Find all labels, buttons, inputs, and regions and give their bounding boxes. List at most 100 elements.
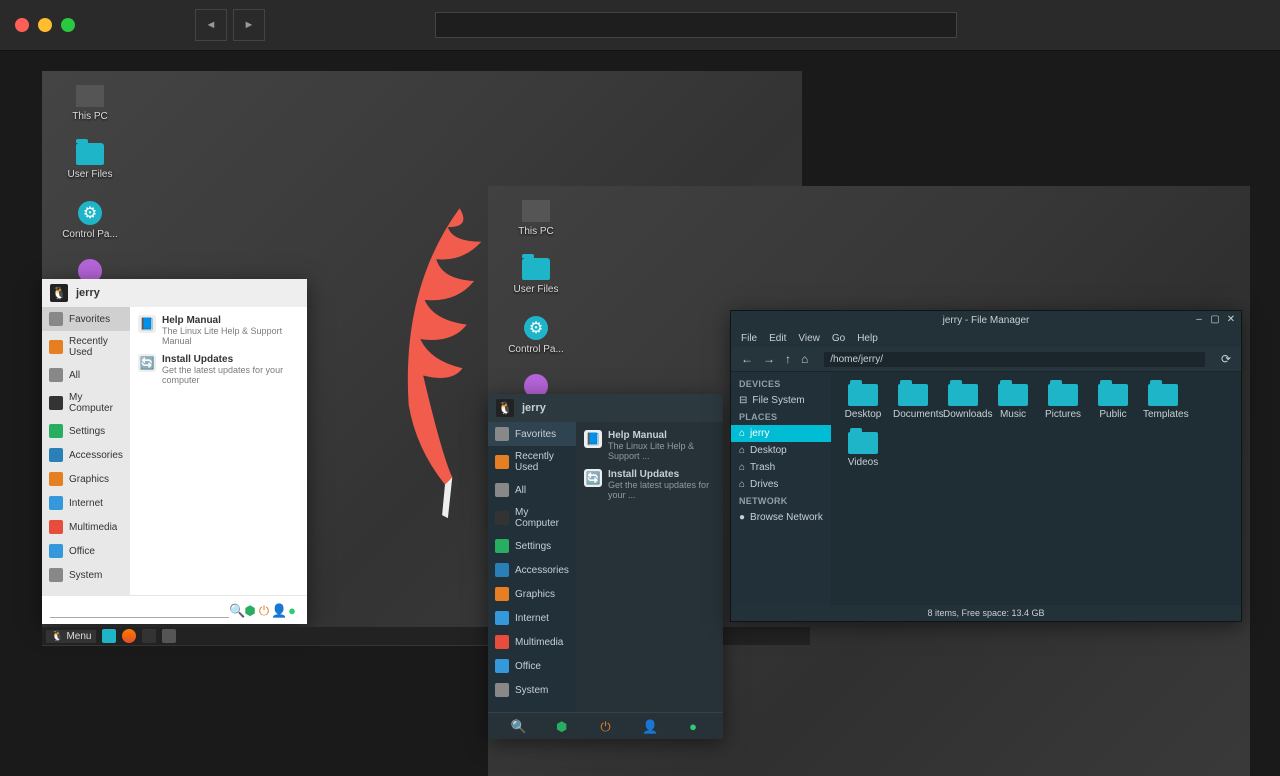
taskbar-files-icon[interactable]: [102, 629, 116, 643]
start-category-settings[interactable]: Settings: [488, 534, 576, 558]
fm-folder-public[interactable]: Public: [1093, 384, 1133, 420]
start-app-install-updates[interactable]: 🔄Install UpdatesGet the latest updates f…: [576, 465, 723, 504]
fm-folder-downloads[interactable]: Downloads: [943, 384, 983, 420]
start-category-system[interactable]: System: [42, 563, 130, 587]
start-category-internet[interactable]: Internet: [488, 606, 576, 630]
start-app-help-manual[interactable]: 📘Help ManualThe Linux Lite Help & Suppor…: [130, 311, 307, 350]
lock-icon[interactable]: ⬢: [243, 603, 257, 617]
fm-path-field[interactable]: /home/jerry/: [824, 352, 1205, 367]
nav-back-icon[interactable]: ←: [741, 352, 753, 366]
close-window-dot[interactable]: [15, 18, 29, 32]
taskbar-firefox-icon[interactable]: [122, 629, 136, 643]
start-category-recently-used[interactable]: Recently Used: [488, 446, 576, 478]
user-icon[interactable]: 👤: [642, 719, 656, 733]
desktop-icon-label: This PC: [506, 226, 566, 237]
fm-sidebar-jerry[interactable]: ⌂jerry: [731, 425, 831, 442]
fm-menu-edit[interactable]: Edit: [769, 333, 786, 344]
info-icon[interactable]: ●: [686, 719, 700, 733]
minimize-icon[interactable]: –: [1193, 313, 1205, 325]
folder-label: Downloads: [943, 409, 983, 420]
maximize-icon[interactable]: ▢: [1209, 313, 1221, 325]
start-category-settings[interactable]: Settings: [42, 419, 130, 443]
start-button[interactable]: 🐧Menu: [46, 630, 96, 643]
desktop-icon-this-pc[interactable]: This PC: [60, 85, 120, 122]
taskbar-terminal-icon[interactable]: [142, 629, 156, 643]
nav-home-icon[interactable]: ⌂: [801, 352, 808, 366]
fm-folder-desktop[interactable]: Desktop: [843, 384, 883, 420]
start-category-favorites[interactable]: Favorites: [42, 307, 130, 331]
desktop-icon-this-pc[interactable]: This PC: [506, 200, 566, 237]
taskbar-app-icon[interactable]: [162, 629, 176, 643]
fm-folder-pictures[interactable]: Pictures: [1043, 384, 1083, 420]
start-category-my-computer[interactable]: My Computer: [42, 387, 130, 419]
folder-icon: [898, 384, 928, 406]
desktop-icon-label: Control Pa...: [60, 229, 120, 240]
desktop-icon-user-files[interactable]: User Files: [506, 258, 566, 295]
desktop-icon-label: User Files: [506, 284, 566, 295]
start-category-graphics[interactable]: Graphics: [42, 467, 130, 491]
start-category-accessories[interactable]: Accessories: [488, 558, 576, 582]
fm-sidebar-trash[interactable]: ⌂Trash: [731, 459, 831, 476]
nav-up-icon[interactable]: ↑: [785, 352, 791, 366]
start-app-install-updates[interactable]: 🔄Install UpdatesGet the latest updates f…: [130, 350, 307, 389]
power-icon[interactable]: ⏻: [257, 603, 271, 617]
nav-back-button[interactable]: ◄: [195, 9, 227, 41]
start-category-system[interactable]: System: [488, 678, 576, 702]
start-category-recently-used[interactable]: Recently Used: [42, 331, 130, 363]
folder-icon: [76, 143, 104, 165]
fm-titlebar[interactable]: jerry - File Manager – ▢ ✕: [731, 311, 1241, 329]
user-avatar-icon[interactable]: 🐧: [496, 399, 514, 417]
category-icon: [49, 424, 63, 438]
nav-forward-button[interactable]: ►: [233, 9, 265, 41]
fm-menu-help[interactable]: Help: [857, 333, 878, 344]
user-icon[interactable]: 👤: [271, 603, 285, 617]
start-app-help-manual[interactable]: 📘Help ManualThe Linux Lite Help & Suppor…: [576, 426, 723, 465]
start-category-all[interactable]: All: [488, 478, 576, 502]
fm-sidebar-browse-network[interactable]: ●Browse Network: [731, 509, 831, 526]
maximize-window-dot[interactable]: [61, 18, 75, 32]
start-category-multimedia[interactable]: Multimedia: [42, 515, 130, 539]
fm-folder-music[interactable]: Music: [993, 384, 1033, 420]
fm-menu-go[interactable]: Go: [832, 333, 845, 344]
fm-sidebar-file-system[interactable]: ⊟File System: [731, 392, 831, 409]
category-icon: [49, 568, 63, 582]
category-icon: [495, 539, 509, 553]
info-icon[interactable]: ●: [285, 603, 299, 617]
search-icon[interactable]: 🔍: [511, 719, 525, 733]
fm-folder-templates[interactable]: Templates: [1143, 384, 1183, 420]
fm-folder-videos[interactable]: Videos: [843, 432, 883, 468]
app-icon: 📘: [138, 315, 156, 333]
minimize-window-dot[interactable]: [38, 18, 52, 32]
start-menu-search-input[interactable]: [50, 602, 229, 618]
folder-label: Music: [993, 409, 1033, 420]
lock-icon[interactable]: ⬢: [555, 719, 569, 733]
fm-menu-file[interactable]: File: [741, 333, 757, 344]
start-category-office[interactable]: Office: [42, 539, 130, 563]
start-category-multimedia[interactable]: Multimedia: [488, 630, 576, 654]
folder-icon: [522, 258, 550, 280]
power-icon[interactable]: ⏻: [598, 719, 612, 733]
fm-sidebar-desktop[interactable]: ⌂Desktop: [731, 442, 831, 459]
address-bar[interactable]: [435, 12, 957, 38]
fm-folder-documents[interactable]: Documents: [893, 384, 933, 420]
desktop-icon-control-panel[interactable]: Control Pa...: [506, 316, 566, 355]
desktop-icon-user-files[interactable]: User Files: [60, 143, 120, 180]
fm-sidebar-drives[interactable]: ⌂Drives: [731, 476, 831, 493]
category-label: My Computer: [515, 507, 569, 529]
nav-forward-icon[interactable]: →: [763, 352, 775, 366]
start-menu-footer: 🔍 ⬢ ⏻ 👤 ●: [42, 595, 307, 624]
desktop-icon-control-panel[interactable]: Control Pa...: [60, 201, 120, 240]
start-category-favorites[interactable]: Favorites: [488, 422, 576, 446]
category-label: Accessories: [515, 565, 569, 576]
start-category-internet[interactable]: Internet: [42, 491, 130, 515]
user-avatar-icon[interactable]: 🐧: [50, 284, 68, 302]
refresh-icon[interactable]: ⟳: [1221, 352, 1231, 366]
search-icon[interactable]: 🔍: [229, 603, 243, 617]
start-category-my-computer[interactable]: My Computer: [488, 502, 576, 534]
start-category-accessories[interactable]: Accessories: [42, 443, 130, 467]
close-icon[interactable]: ✕: [1225, 313, 1237, 325]
start-category-graphics[interactable]: Graphics: [488, 582, 576, 606]
start-category-all[interactable]: All: [42, 363, 130, 387]
start-category-office[interactable]: Office: [488, 654, 576, 678]
fm-menu-view[interactable]: View: [798, 333, 820, 344]
